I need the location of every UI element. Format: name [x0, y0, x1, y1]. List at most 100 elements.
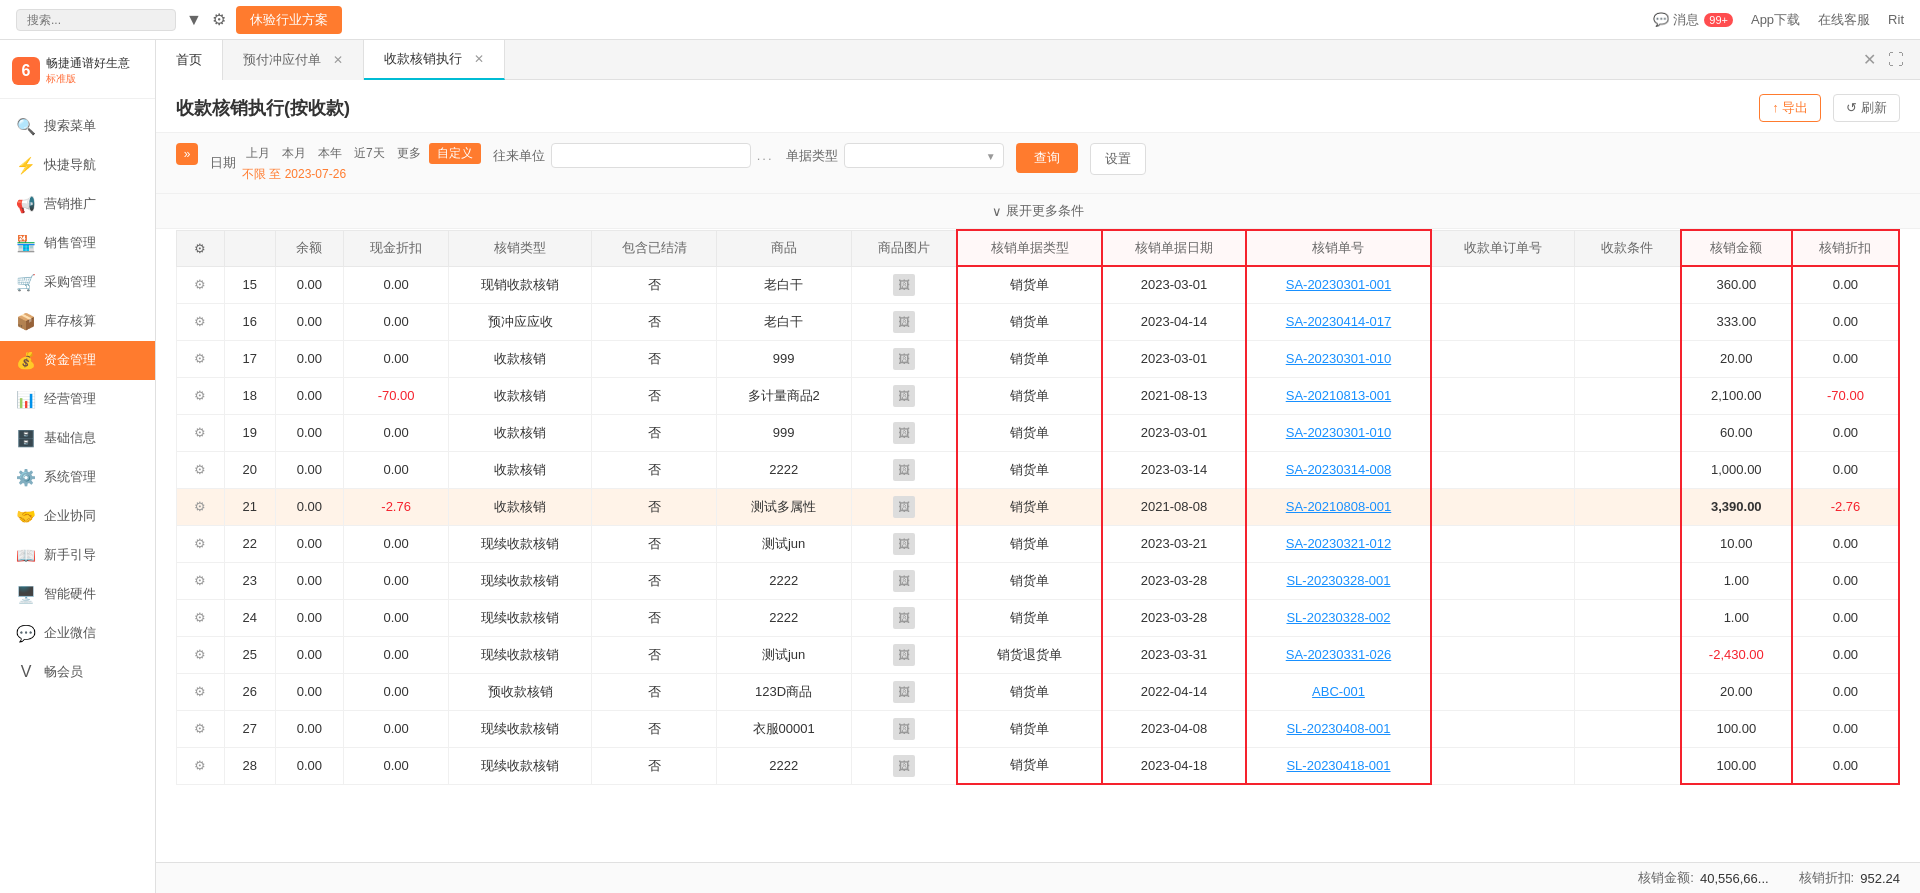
cell-balance: 0.00	[275, 266, 343, 303]
cell-verify-amount: 3,390.00	[1681, 488, 1792, 525]
sidebar-item-business[interactable]: 📊 经营管理	[0, 380, 155, 419]
cell-settings[interactable]: ⚙	[177, 414, 225, 451]
cell-balance: 0.00	[275, 747, 343, 784]
cell-verify-bill-no[interactable]: SA-20210813-001	[1246, 377, 1430, 414]
cell-settings[interactable]: ⚙	[177, 451, 225, 488]
sidebar-item-basic[interactable]: 🗄️ 基础信息	[0, 419, 155, 458]
cell-receipt-condition	[1574, 636, 1680, 673]
table-row: ⚙ 28 0.00 0.00 现续收款核销 否 2222 🖼 销货单 2023-…	[177, 747, 1900, 784]
sidebar-item-finance[interactable]: 💰 资金管理	[0, 341, 155, 380]
dropdown-icon[interactable]: ▼	[186, 11, 202, 29]
table-row: ⚙ 24 0.00 0.00 现续收款核销 否 2222 🖼 销货单 2023-…	[177, 599, 1900, 636]
industry-btn[interactable]: 休验行业方案	[236, 6, 342, 34]
cell-goods-img: 🖼	[851, 377, 957, 414]
sidebar-item-sales[interactable]: 🏪 销售管理	[0, 224, 155, 263]
sidebar-item-inventory[interactable]: 📦 库存核算	[0, 302, 155, 341]
sidebar-label-wechat: 企业微信	[44, 624, 96, 642]
sidebar-item-purchase[interactable]: 🛒 采购管理	[0, 263, 155, 302]
date-more[interactable]: 更多	[393, 143, 425, 164]
online-service[interactable]: 在线客服	[1818, 11, 1870, 29]
cell-verify-amount: 333.00	[1681, 303, 1792, 340]
cell-verify-bill-no[interactable]: SA-20230331-026	[1246, 636, 1430, 673]
cell-verify-bill-no[interactable]: SA-20230321-012	[1246, 525, 1430, 562]
tab-prepay-close[interactable]: ✕	[333, 53, 343, 67]
cell-verify-bill-no[interactable]: SA-20230301-010	[1246, 340, 1430, 377]
cell-settings[interactable]: ⚙	[177, 747, 225, 784]
col-verify-bill-type: 核销单据类型	[957, 230, 1102, 266]
wechat-icon: 💬	[16, 624, 36, 643]
cell-verify-bill-type: 销货单	[957, 303, 1102, 340]
app-download[interactable]: App下载	[1751, 11, 1800, 29]
cell-verify-amount: 1,000.00	[1681, 451, 1792, 488]
date-this-year[interactable]: 本年	[314, 143, 346, 164]
cell-settings[interactable]: ⚙	[177, 562, 225, 599]
expand-more-btn[interactable]: ∨ 展开更多条件	[988, 198, 1088, 224]
cell-include-settled: 否	[592, 599, 716, 636]
cell-verify-type: 收款核销	[449, 488, 592, 525]
cell-settings[interactable]: ⚙	[177, 636, 225, 673]
cell-verify-bill-type: 销货单	[957, 747, 1102, 784]
cell-settings[interactable]: ⚙	[177, 599, 225, 636]
sidebar-item-marketing[interactable]: 📢 营销推广	[0, 185, 155, 224]
cell-verify-bill-no[interactable]: SL-20230328-001	[1246, 562, 1430, 599]
tab-receipt[interactable]: 收款核销执行 ✕	[364, 40, 505, 80]
filter-expand-button[interactable]: »	[176, 143, 198, 165]
cell-verify-bill-no[interactable]: SA-20230301-001	[1246, 266, 1430, 303]
query-button[interactable]: 查询	[1016, 143, 1078, 173]
col-receipt-condition: 收款条件	[1574, 230, 1680, 266]
cell-settings[interactable]: ⚙	[177, 377, 225, 414]
cell-verify-bill-no[interactable]: SL-20230408-001	[1246, 710, 1430, 747]
cell-settings[interactable]: ⚙	[177, 303, 225, 340]
cell-verify-bill-no[interactable]: ABC-001	[1246, 673, 1430, 710]
sidebar-label-sales: 销售管理	[44, 234, 96, 252]
cell-goods-img: 🖼	[851, 414, 957, 451]
settings-filter-button[interactable]: 设置	[1090, 143, 1146, 175]
sidebar-item-member[interactable]: V 畅会员	[0, 653, 155, 691]
single-type-label: 单据类型	[786, 147, 838, 165]
cell-balance: 0.00	[275, 451, 343, 488]
col-settings[interactable]: ⚙	[177, 230, 225, 266]
date-this-month[interactable]: 本月	[278, 143, 310, 164]
cell-goods: 衣服00001	[716, 710, 851, 747]
cell-verify-bill-no[interactable]: SA-20210808-001	[1246, 488, 1430, 525]
close-window-icon[interactable]: ✕	[1863, 50, 1876, 69]
col-verify-bill-no: 核销单号	[1246, 230, 1430, 266]
user-name[interactable]: Rit	[1888, 12, 1904, 27]
export-button[interactable]: ↑ 导出	[1759, 94, 1821, 122]
single-type-select[interactable]: 销货单 销货退货单	[844, 143, 1004, 168]
messages-label[interactable]: 💬 消息 99+	[1653, 11, 1733, 29]
sidebar-item-wechat[interactable]: 💬 企业微信	[0, 614, 155, 653]
cell-settings[interactable]: ⚙	[177, 525, 225, 562]
sidebar-label-guide: 新手引导	[44, 546, 96, 564]
date-custom[interactable]: 自定义	[429, 143, 481, 164]
sidebar-item-guide[interactable]: 📖 新手引导	[0, 536, 155, 575]
search-input[interactable]	[16, 9, 176, 31]
cell-verify-bill-no[interactable]: SL-20230328-002	[1246, 599, 1430, 636]
tab-prepay[interactable]: 预付冲应付单 ✕	[223, 40, 364, 80]
settings-icon[interactable]: ⚙	[212, 10, 226, 29]
cell-receipt-condition	[1574, 710, 1680, 747]
sidebar-item-quicknav[interactable]: ⚡ 快捷导航	[0, 146, 155, 185]
sidebar-item-collab[interactable]: 🤝 企业协同	[0, 497, 155, 536]
date-last-month[interactable]: 上月	[242, 143, 274, 164]
tab-home[interactable]: 首页	[156, 40, 223, 80]
cell-verify-bill-no[interactable]: SA-20230414-017	[1246, 303, 1430, 340]
sidebar-item-search[interactable]: 🔍 搜索菜单	[0, 107, 155, 146]
cell-verify-bill-no[interactable]: SA-20230301-010	[1246, 414, 1430, 451]
cell-settings[interactable]: ⚙	[177, 710, 225, 747]
cell-settings[interactable]: ⚙	[177, 488, 225, 525]
cell-verify-bill-no[interactable]: SL-20230418-001	[1246, 747, 1430, 784]
date-7days[interactable]: 近7天	[350, 143, 389, 164]
cell-verify-bill-no[interactable]: SA-20230314-008	[1246, 451, 1430, 488]
sidebar-item-hardware[interactable]: 🖥️ 智能硬件	[0, 575, 155, 614]
cell-settings[interactable]: ⚙	[177, 340, 225, 377]
refresh-button[interactable]: ↺ 刷新	[1833, 94, 1900, 122]
cell-goods: 2222	[716, 451, 851, 488]
cell-settings[interactable]: ⚙	[177, 266, 225, 303]
cell-settings[interactable]: ⚙	[177, 673, 225, 710]
sidebar-item-system[interactable]: ⚙️ 系统管理	[0, 458, 155, 497]
expand-window-icon[interactable]: ⛶	[1888, 51, 1904, 69]
cell-include-settled: 否	[592, 562, 716, 599]
from-unit-input[interactable]	[551, 143, 751, 168]
tab-receipt-close[interactable]: ✕	[474, 52, 484, 66]
